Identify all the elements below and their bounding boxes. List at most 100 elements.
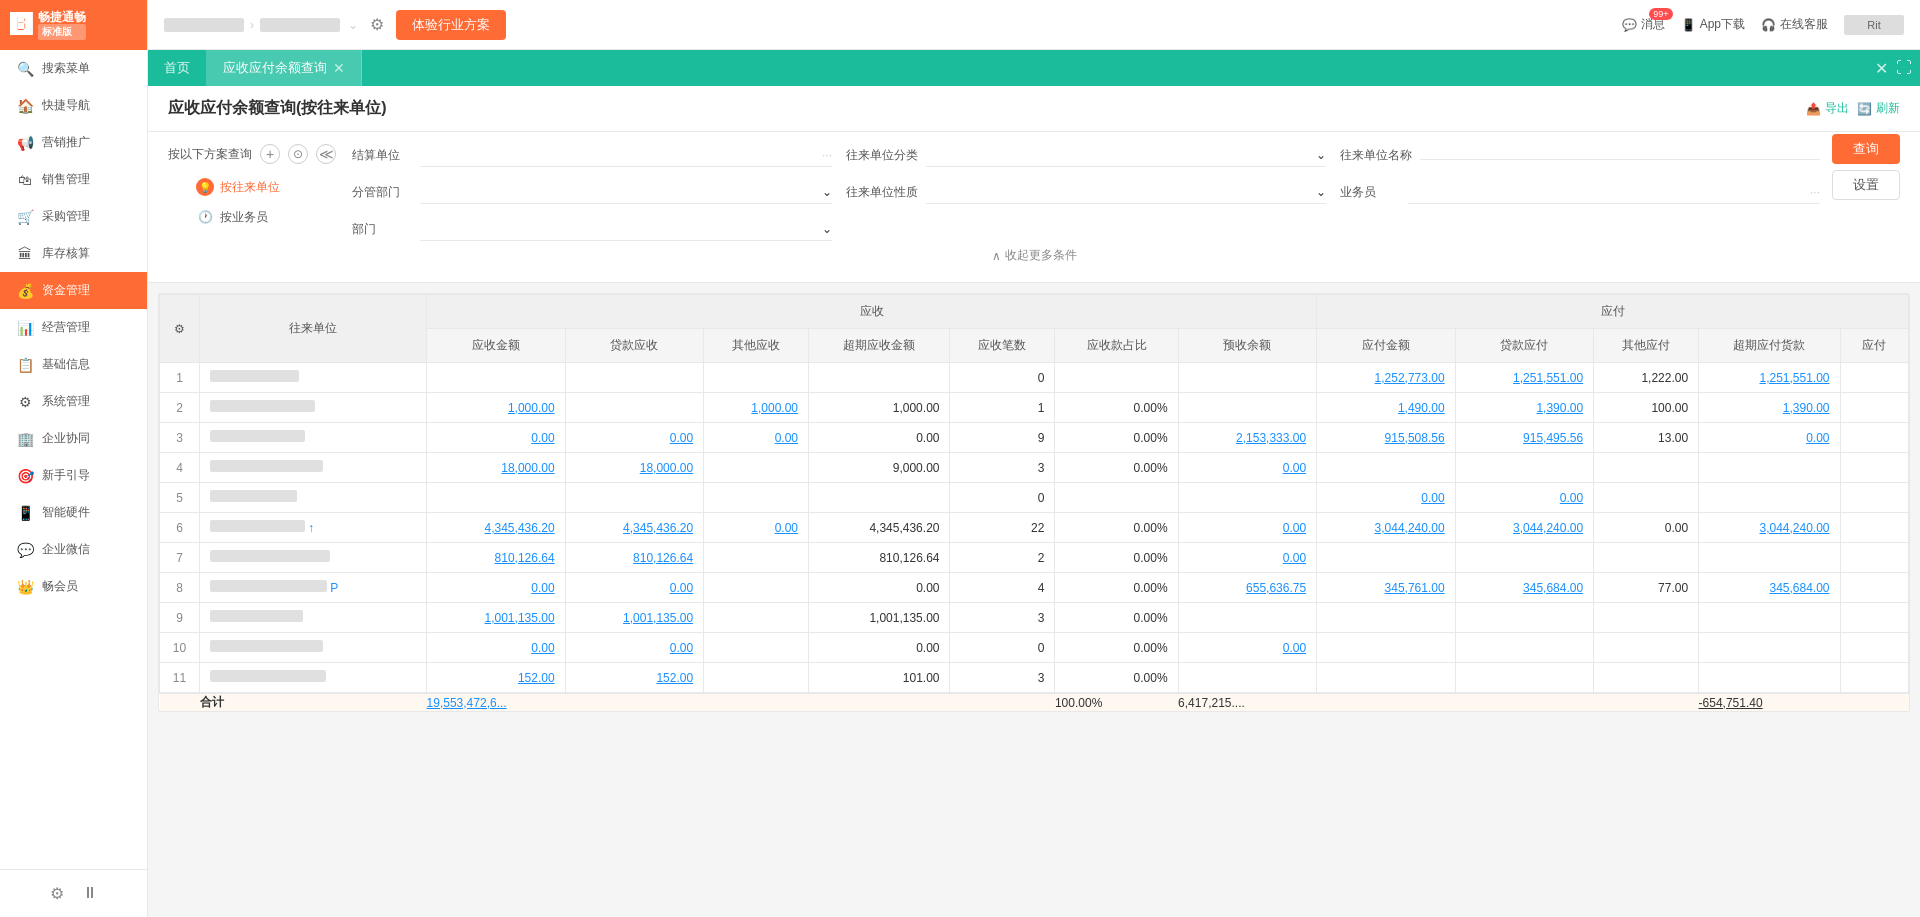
row-cell[interactable]: 3,044,240.00: [1699, 513, 1840, 543]
sidebar-item-marketing[interactable]: 📢 营销推广: [0, 124, 147, 161]
sidebar-item-hardware[interactable]: 📱 智能硬件: [0, 494, 147, 531]
row-cell[interactable]: 1,251,551.00: [1455, 363, 1594, 393]
message-button[interactable]: 💬 消息 99+: [1622, 16, 1665, 33]
row-cell[interactable]: 152.00: [565, 663, 704, 694]
row-cell[interactable]: 0.00: [427, 573, 566, 603]
row-cell[interactable]: 0.00: [1178, 633, 1317, 663]
user-avatar[interactable]: Rit: [1844, 15, 1904, 35]
footer-ar-total[interactable]: 19,553,472,6...: [427, 693, 566, 711]
row-cell[interactable]: 0.00: [427, 423, 566, 453]
row-cell: 3: [950, 663, 1055, 694]
row-cell[interactable]: 1,001,135.00: [565, 603, 704, 633]
row-cell[interactable]: 810,126.64: [427, 543, 566, 573]
partner-nature-input[interactable]: ⌄: [926, 181, 1326, 204]
sidebar-item-ops[interactable]: 📊 经营管理: [0, 309, 147, 346]
tab-close-window-icon[interactable]: ✕: [1875, 59, 1888, 78]
row-cell: 13.00: [1594, 423, 1699, 453]
breadcrumb-expand-icon[interactable]: ⌄: [348, 18, 358, 32]
row-cell[interactable]: 0.00: [1317, 483, 1456, 513]
dept-manager-input[interactable]: ⌄: [420, 181, 832, 204]
app-download-button[interactable]: 📱 App下载: [1681, 16, 1745, 33]
settlement-unit-input[interactable]: ···: [420, 144, 832, 167]
sidebar-item-guide[interactable]: 🎯 新手引导: [0, 457, 147, 494]
row-cell[interactable]: 915,508.56: [1317, 423, 1456, 453]
col-settings-header[interactable]: ⚙: [160, 295, 200, 363]
sidebar-item-member[interactable]: 👑 畅会员: [0, 568, 147, 605]
row-cell[interactable]: 345,684.00: [1699, 573, 1840, 603]
row-cell[interactable]: 4,345,436.20: [565, 513, 704, 543]
online-service-button[interactable]: 🎧 在线客服: [1761, 16, 1828, 33]
department-input[interactable]: ⌄: [420, 218, 832, 241]
sidebar-footer-settings[interactable]: ⚙: [46, 880, 68, 907]
sidebar-item-funds[interactable]: 💰 资金管理: [0, 272, 147, 309]
row-cell[interactable]: 18,000.00: [565, 453, 704, 483]
row-cell[interactable]: 0.00: [1178, 543, 1317, 573]
row-cell[interactable]: 0.00: [565, 423, 704, 453]
footer-ap-overdue[interactable]: -654,751.40: [1699, 693, 1840, 711]
row-cell[interactable]: 4,345,436.20: [427, 513, 566, 543]
partner-category-input[interactable]: ⌄: [926, 144, 1326, 167]
row-cell[interactable]: 1,251,551.00: [1699, 363, 1840, 393]
row-cell[interactable]: 0.00: [427, 633, 566, 663]
row-cell[interactable]: 1,000.00: [427, 393, 566, 423]
row-cell[interactable]: 0.00: [1699, 423, 1840, 453]
filter-option-salesperson[interactable]: 🕐 按业务员: [188, 204, 336, 230]
sidebar-footer-collapse[interactable]: ⏸: [78, 880, 102, 907]
row-cell: 0.00%: [1055, 633, 1178, 663]
salesperson-input[interactable]: ···: [1408, 181, 1820, 204]
filter-add-button[interactable]: +: [260, 144, 280, 164]
sidebar-item-purchase[interactable]: 🛒 采购管理: [0, 198, 147, 235]
filter-collapse-button[interactable]: ≪: [316, 144, 336, 164]
sidebar-item-system[interactable]: ⚙ 系统管理: [0, 383, 147, 420]
tab-home[interactable]: 首页: [148, 50, 207, 86]
sidebar-item-inventory[interactable]: 🏛 库存核算: [0, 235, 147, 272]
row-cell[interactable]: 1,000.00: [704, 393, 809, 423]
row-cell: [1840, 393, 1908, 423]
sidebar-item-corp[interactable]: 🏢 企业协同: [0, 420, 147, 457]
row-cell[interactable]: 0.00: [1455, 483, 1594, 513]
row-cell[interactable]: 1,390.00: [1455, 393, 1594, 423]
row-cell[interactable]: 2,153,333.00: [1178, 423, 1317, 453]
footer-ar-other: [704, 693, 809, 711]
row-cell[interactable]: 655,636.75: [1178, 573, 1317, 603]
tab-maximize-icon[interactable]: ⛶: [1896, 59, 1912, 77]
row-cell[interactable]: 1,390.00: [1699, 393, 1840, 423]
row-cell[interactable]: 152.00: [427, 663, 566, 694]
table-settings-icon[interactable]: ⚙: [174, 322, 185, 336]
row-cell[interactable]: 1,001,135.00: [427, 603, 566, 633]
sidebar-item-wechat[interactable]: 💬 企业微信: [0, 531, 147, 568]
export-button[interactable]: 📤 导出: [1806, 100, 1849, 117]
collapse-more-button[interactable]: ∧ 收起更多条件: [168, 241, 1900, 270]
row-cell[interactable]: 0.00: [565, 633, 704, 663]
row-cell[interactable]: 3,044,240.00: [1317, 513, 1456, 543]
row-cell[interactable]: 0.00: [1178, 513, 1317, 543]
row-cell[interactable]: 1,252,773.00: [1317, 363, 1456, 393]
refresh-button[interactable]: 🔄 刷新: [1857, 100, 1900, 117]
row-cell[interactable]: 345,684.00: [1455, 573, 1594, 603]
row-cell: [1455, 633, 1594, 663]
sidebar-item-sales[interactable]: 🛍 销售管理: [0, 161, 147, 198]
row-cell[interactable]: 0.00: [565, 573, 704, 603]
partner-name-input[interactable]: [1420, 151, 1820, 160]
row-cell[interactable]: 0.00: [1178, 453, 1317, 483]
row-cell[interactable]: 1,490.00: [1317, 393, 1456, 423]
row-cell[interactable]: 810,126.64: [565, 543, 704, 573]
tab-close-icon[interactable]: ✕: [333, 60, 345, 76]
settings-button[interactable]: 设置: [1832, 170, 1900, 200]
row-cell[interactable]: 345,761.00: [1317, 573, 1456, 603]
query-button[interactable]: 查询: [1832, 134, 1900, 164]
filter-option-partner[interactable]: 💡 按往来单位: [188, 174, 336, 200]
row-cell[interactable]: 915,495.56: [1455, 423, 1594, 453]
row-cell[interactable]: 0.00: [704, 423, 809, 453]
sidebar-item-quicknav[interactable]: 🏠 快捷导航: [0, 87, 147, 124]
tab-ar-query[interactable]: 应收应付余额查询 ✕: [207, 50, 362, 86]
row-cell[interactable]: 18,000.00: [427, 453, 566, 483]
row-cell[interactable]: 0.00: [704, 513, 809, 543]
sidebar-item-basic[interactable]: 📋 基础信息: [0, 346, 147, 383]
filter-target-button[interactable]: ⊙: [288, 144, 308, 164]
topbar-settings-icon[interactable]: ⚙: [370, 15, 384, 34]
solution-button[interactable]: 体验行业方案: [396, 10, 506, 40]
sidebar-item-search[interactable]: 🔍 搜索菜单: [0, 50, 147, 87]
row-cell: 0.00%: [1055, 543, 1178, 573]
row-cell[interactable]: 3,044,240.00: [1455, 513, 1594, 543]
